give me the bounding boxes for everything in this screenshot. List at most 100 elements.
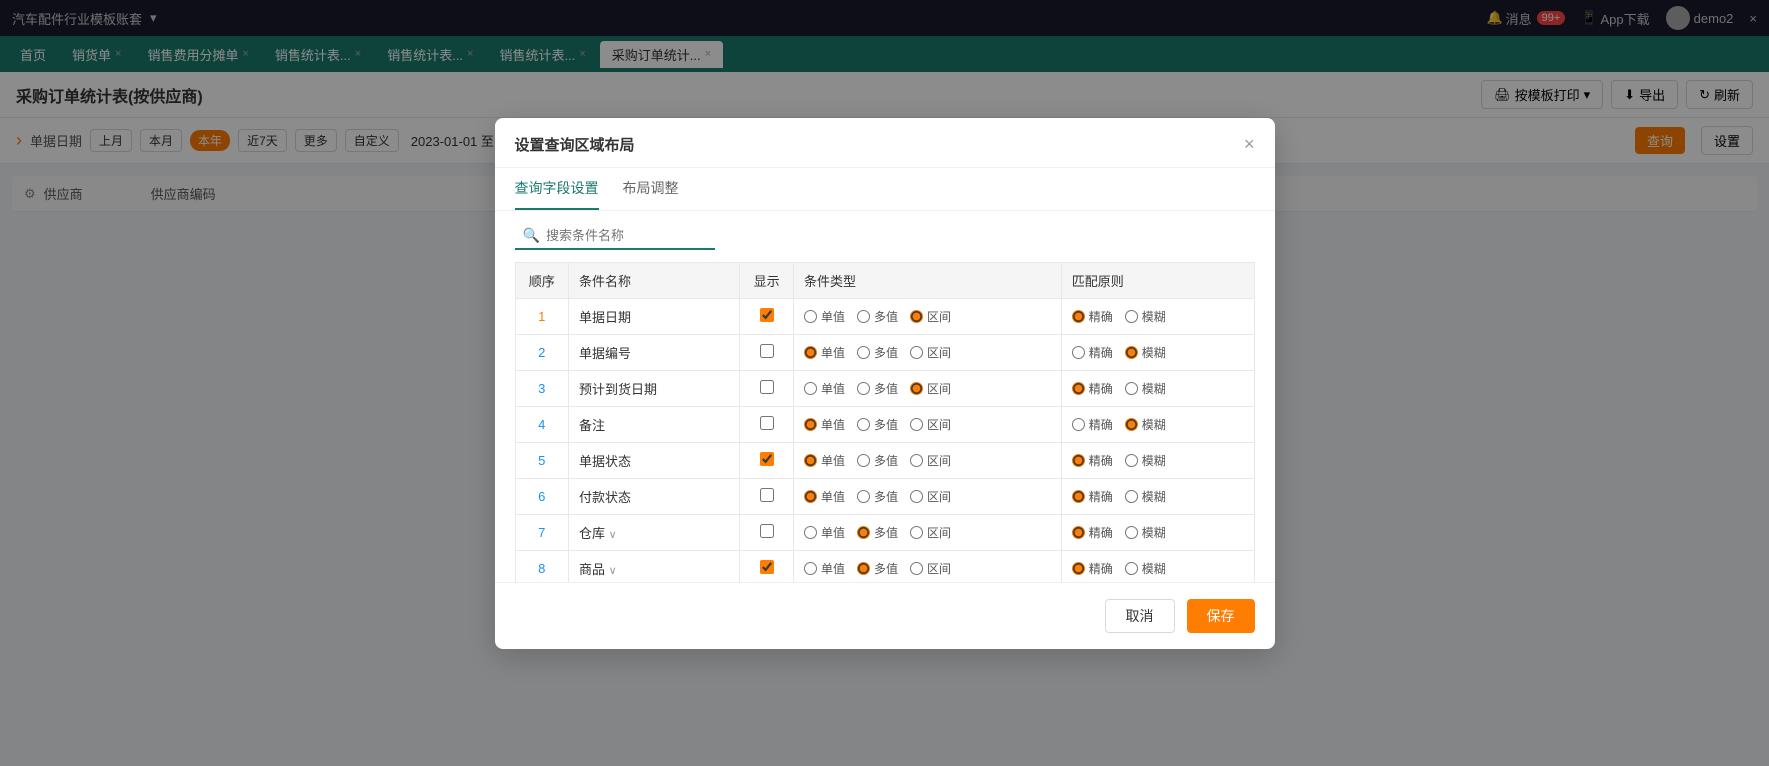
- save-button[interactable]: 保存: [1187, 599, 1255, 633]
- type-single-radio[interactable]: [804, 382, 817, 395]
- type-range-label[interactable]: 区间: [910, 344, 951, 361]
- match-fuzzy-label[interactable]: 模糊: [1125, 452, 1166, 469]
- match-fuzzy-radio[interactable]: [1125, 526, 1138, 539]
- match-exact-radio[interactable]: [1072, 562, 1085, 575]
- type-range-radio[interactable]: [910, 454, 923, 467]
- type-range-label[interactable]: 区间: [910, 488, 951, 505]
- match-exact-radio[interactable]: [1072, 454, 1085, 467]
- match-exact-radio[interactable]: [1072, 382, 1085, 395]
- type-single-label[interactable]: 单值: [804, 344, 845, 361]
- type-range-radio[interactable]: [910, 310, 923, 323]
- display-checkbox[interactable]: [760, 452, 774, 466]
- type-single-radio[interactable]: [804, 526, 817, 539]
- match-exact-radio[interactable]: [1072, 310, 1085, 323]
- display-cell[interactable]: [740, 370, 794, 406]
- type-multi-label[interactable]: 多值: [857, 452, 898, 469]
- match-exact-label[interactable]: 精确: [1072, 308, 1113, 325]
- type-range-label[interactable]: 区间: [910, 416, 951, 433]
- type-range-radio[interactable]: [910, 526, 923, 539]
- type-range-radio[interactable]: [910, 418, 923, 431]
- display-cell[interactable]: [740, 406, 794, 442]
- match-exact-radio[interactable]: [1072, 418, 1085, 431]
- match-fuzzy-label[interactable]: 模糊: [1125, 488, 1166, 505]
- display-checkbox[interactable]: [760, 416, 774, 430]
- type-range-radio[interactable]: [910, 346, 923, 359]
- match-fuzzy-label[interactable]: 模糊: [1125, 380, 1166, 397]
- display-cell[interactable]: [740, 334, 794, 370]
- match-fuzzy-label[interactable]: 模糊: [1125, 560, 1166, 577]
- match-exact-label[interactable]: 精确: [1072, 380, 1113, 397]
- display-cell[interactable]: [740, 298, 794, 334]
- display-checkbox[interactable]: [760, 488, 774, 502]
- modal-close-button[interactable]: ×: [1244, 135, 1255, 153]
- type-multi-label[interactable]: 多值: [857, 416, 898, 433]
- type-multi-label[interactable]: 多值: [857, 344, 898, 361]
- type-range-radio[interactable]: [910, 562, 923, 575]
- type-single-label[interactable]: 单值: [804, 560, 845, 577]
- match-fuzzy-label[interactable]: 模糊: [1125, 344, 1166, 361]
- type-multi-label[interactable]: 多值: [857, 380, 898, 397]
- type-multi-radio[interactable]: [857, 382, 870, 395]
- match-exact-label[interactable]: 精确: [1072, 524, 1113, 541]
- type-multi-label[interactable]: 多值: [857, 560, 898, 577]
- type-single-radio[interactable]: [804, 310, 817, 323]
- display-cell[interactable]: [740, 442, 794, 478]
- type-multi-radio[interactable]: [857, 562, 870, 575]
- display-cell[interactable]: [740, 478, 794, 514]
- type-multi-radio[interactable]: [857, 454, 870, 467]
- type-single-label[interactable]: 单值: [804, 308, 845, 325]
- search-input[interactable]: [546, 228, 696, 243]
- type-single-label[interactable]: 单值: [804, 416, 845, 433]
- display-checkbox[interactable]: [760, 308, 774, 322]
- display-cell[interactable]: [740, 550, 794, 582]
- match-fuzzy-label[interactable]: 模糊: [1125, 308, 1166, 325]
- display-checkbox[interactable]: [760, 344, 774, 358]
- type-single-label[interactable]: 单值: [804, 524, 845, 541]
- match-fuzzy-radio[interactable]: [1125, 418, 1138, 431]
- modal-tab-query-fields[interactable]: 查询字段设置: [515, 168, 599, 210]
- display-checkbox[interactable]: [760, 524, 774, 538]
- type-multi-radio[interactable]: [857, 346, 870, 359]
- match-fuzzy-radio[interactable]: [1125, 454, 1138, 467]
- match-exact-radio[interactable]: [1072, 490, 1085, 503]
- match-exact-label[interactable]: 精确: [1072, 416, 1113, 433]
- type-multi-label[interactable]: 多值: [857, 308, 898, 325]
- type-range-label[interactable]: 区间: [910, 308, 951, 325]
- match-exact-label[interactable]: 精确: [1072, 560, 1113, 577]
- type-single-radio[interactable]: [804, 562, 817, 575]
- type-multi-label[interactable]: 多值: [857, 488, 898, 505]
- match-exact-label[interactable]: 精确: [1072, 488, 1113, 505]
- type-multi-radio[interactable]: [857, 490, 870, 503]
- match-fuzzy-radio[interactable]: [1125, 310, 1138, 323]
- match-fuzzy-label[interactable]: 模糊: [1125, 416, 1166, 433]
- cancel-button[interactable]: 取消: [1105, 599, 1175, 633]
- type-range-label[interactable]: 区间: [910, 560, 951, 577]
- match-fuzzy-radio[interactable]: [1125, 562, 1138, 575]
- type-range-radio[interactable]: [910, 382, 923, 395]
- modal-tab-layout-adjust[interactable]: 布局调整: [623, 168, 679, 210]
- type-single-radio[interactable]: [804, 490, 817, 503]
- type-single-radio[interactable]: [804, 454, 817, 467]
- type-single-radio[interactable]: [804, 346, 817, 359]
- type-range-radio[interactable]: [910, 490, 923, 503]
- match-exact-label[interactable]: 精确: [1072, 344, 1113, 361]
- type-single-label[interactable]: 单值: [804, 452, 845, 469]
- display-checkbox[interactable]: [760, 560, 774, 574]
- type-range-label[interactable]: 区间: [910, 380, 951, 397]
- match-exact-radio[interactable]: [1072, 346, 1085, 359]
- modal-overlay[interactable]: 设置查询区域布局 × 查询字段设置 布局调整 🔍 顺序: [0, 0, 1769, 766]
- type-multi-radio[interactable]: [857, 418, 870, 431]
- match-fuzzy-label[interactable]: 模糊: [1125, 524, 1166, 541]
- match-fuzzy-radio[interactable]: [1125, 490, 1138, 503]
- display-cell[interactable]: [740, 514, 794, 550]
- match-exact-radio[interactable]: [1072, 526, 1085, 539]
- type-multi-label[interactable]: 多值: [857, 524, 898, 541]
- type-range-label[interactable]: 区间: [910, 524, 951, 541]
- type-range-label[interactable]: 区间: [910, 452, 951, 469]
- display-checkbox[interactable]: [760, 380, 774, 394]
- match-fuzzy-radio[interactable]: [1125, 382, 1138, 395]
- type-multi-radio[interactable]: [857, 310, 870, 323]
- type-single-label[interactable]: 单值: [804, 380, 845, 397]
- type-multi-radio[interactable]: [857, 526, 870, 539]
- type-single-label[interactable]: 单值: [804, 488, 845, 505]
